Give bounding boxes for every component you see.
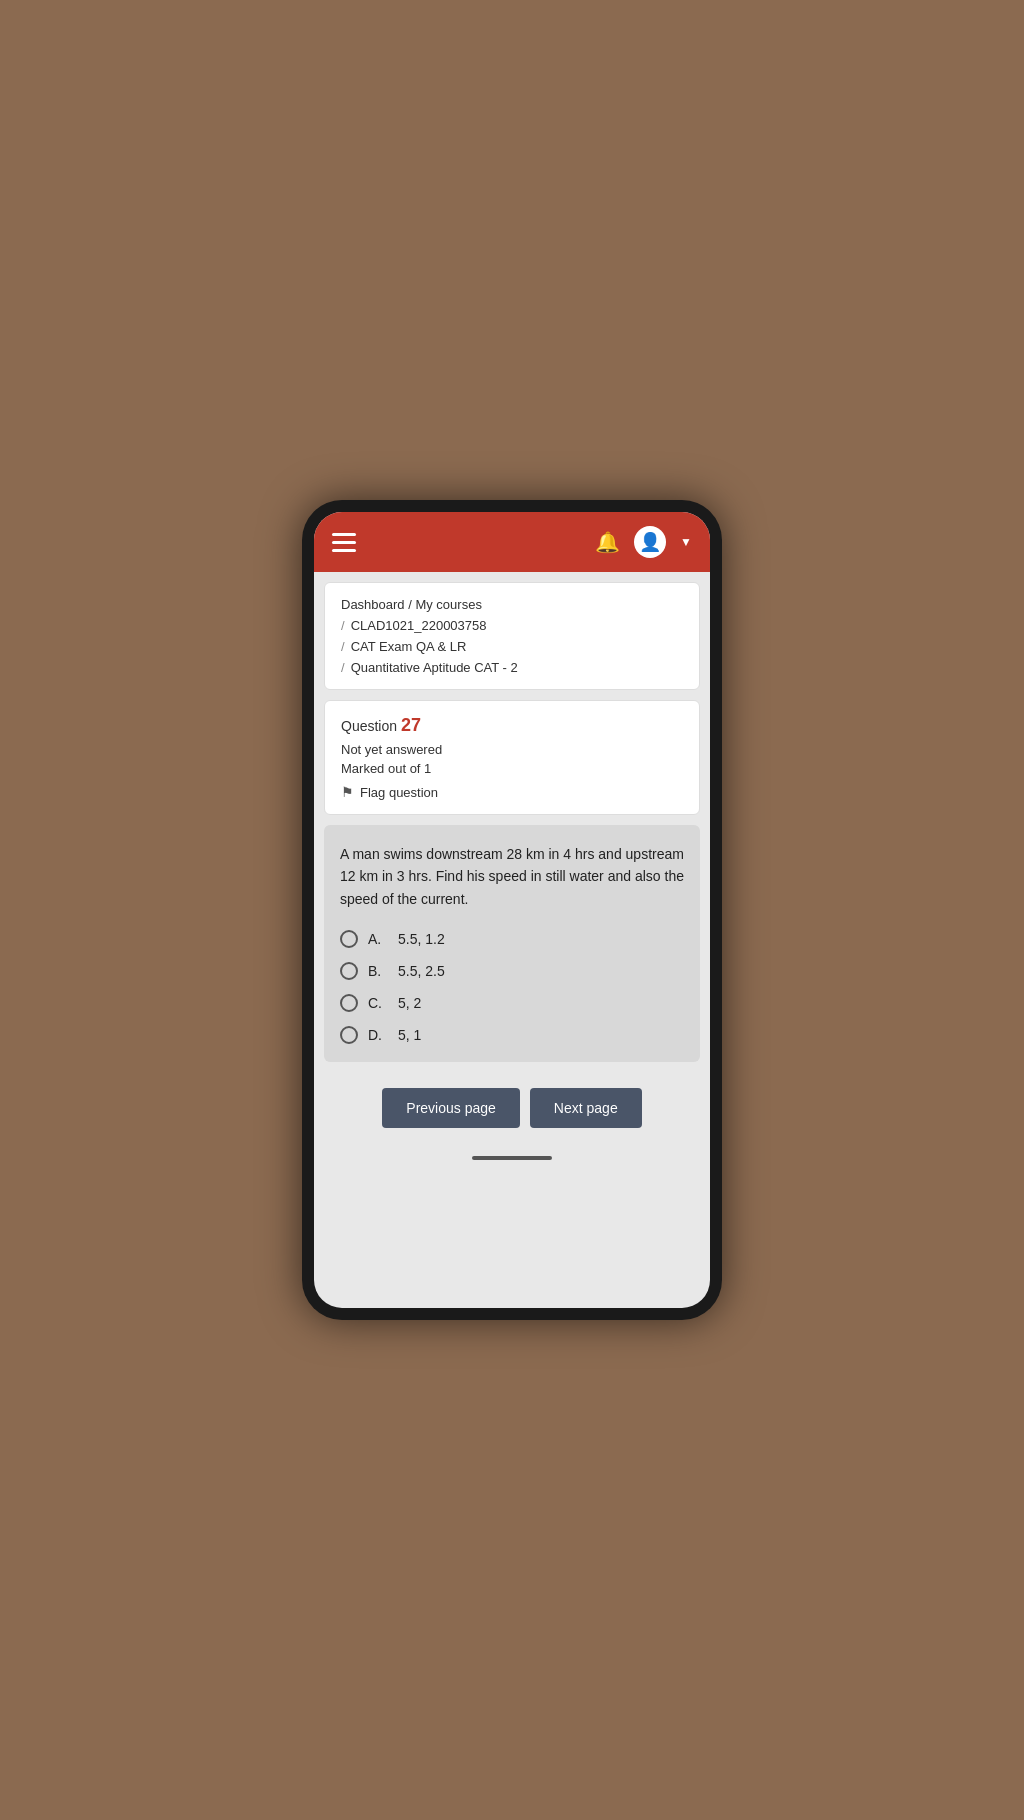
breadcrumb-slash-2: / — [341, 639, 345, 654]
breadcrumb: Dashboard / My courses / CLAD1021_220003… — [324, 582, 700, 690]
phone-screen: 🔔 👤 ▼ Dashboard / My courses / CLAD1021_… — [314, 512, 710, 1308]
question-number: 27 — [401, 715, 421, 735]
flag-question-button[interactable]: ⚑ Flag question — [341, 784, 683, 800]
navigation-buttons: Previous page Next page — [314, 1072, 710, 1148]
breadcrumb-line-4: / Quantitative Aptitude CAT - 2 — [341, 660, 683, 675]
radio-a[interactable] — [340, 930, 358, 948]
home-indicator — [472, 1156, 552, 1160]
dropdown-arrow-icon[interactable]: ▼ — [680, 535, 692, 549]
breadcrumb-section[interactable]: Quantitative Aptitude CAT - 2 — [351, 660, 518, 675]
options-list: A. 5.5, 1.2 B. 5.5, 2.5 C. 5, 2 D. 5, 1 — [340, 930, 684, 1044]
hamburger-menu-icon[interactable] — [332, 533, 356, 552]
breadcrumb-course-id[interactable]: CLAD1021_220003758 — [351, 618, 487, 633]
breadcrumb-line-3: / CAT Exam QA & LR — [341, 639, 683, 654]
toolbar: 🔔 👤 ▼ — [314, 512, 710, 572]
user-avatar[interactable]: 👤 — [634, 526, 666, 558]
question-label: Question — [341, 718, 397, 734]
question-body: A man swims downstream 28 km in 4 hrs an… — [324, 825, 700, 1062]
option-a[interactable]: A. 5.5, 1.2 — [340, 930, 684, 948]
option-a-value: 5.5, 1.2 — [398, 931, 445, 947]
breadcrumb-slash-3: / — [341, 660, 345, 675]
question-status: Not yet answered — [341, 742, 683, 757]
option-a-label: A. — [368, 931, 388, 947]
breadcrumb-exam[interactable]: CAT Exam QA & LR — [351, 639, 467, 654]
option-d[interactable]: D. 5, 1 — [340, 1026, 684, 1044]
previous-page-button[interactable]: Previous page — [382, 1088, 520, 1128]
next-page-button[interactable]: Next page — [530, 1088, 642, 1128]
option-b-value: 5.5, 2.5 — [398, 963, 445, 979]
option-c-label: C. — [368, 995, 388, 1011]
breadcrumb-line-1: Dashboard / My courses — [341, 597, 683, 612]
radio-b[interactable] — [340, 962, 358, 980]
user-icon: 👤 — [639, 531, 661, 553]
flag-icon: ⚑ — [341, 784, 354, 800]
option-c-value: 5, 2 — [398, 995, 421, 1011]
breadcrumb-slash-1: / — [341, 618, 345, 633]
option-d-value: 5, 1 — [398, 1027, 421, 1043]
option-b-label: B. — [368, 963, 388, 979]
question-info-box: Question 27 Not yet answered Marked out … — [324, 700, 700, 815]
question-marks: Marked out of 1 — [341, 761, 683, 776]
option-c[interactable]: C. 5, 2 — [340, 994, 684, 1012]
phone-frame: 🔔 👤 ▼ Dashboard / My courses / CLAD1021_… — [302, 500, 722, 1320]
flag-question-label: Flag question — [360, 785, 438, 800]
question-header: Question 27 — [341, 715, 683, 736]
radio-d[interactable] — [340, 1026, 358, 1044]
option-b[interactable]: B. 5.5, 2.5 — [340, 962, 684, 980]
bell-icon[interactable]: 🔔 — [595, 530, 620, 554]
option-d-label: D. — [368, 1027, 388, 1043]
breadcrumb-line-2: / CLAD1021_220003758 — [341, 618, 683, 633]
breadcrumb-dashboard[interactable]: Dashboard / My courses — [341, 597, 482, 612]
toolbar-right: 🔔 👤 ▼ — [595, 526, 692, 558]
question-text: A man swims downstream 28 km in 4 hrs an… — [340, 843, 684, 910]
radio-c[interactable] — [340, 994, 358, 1012]
